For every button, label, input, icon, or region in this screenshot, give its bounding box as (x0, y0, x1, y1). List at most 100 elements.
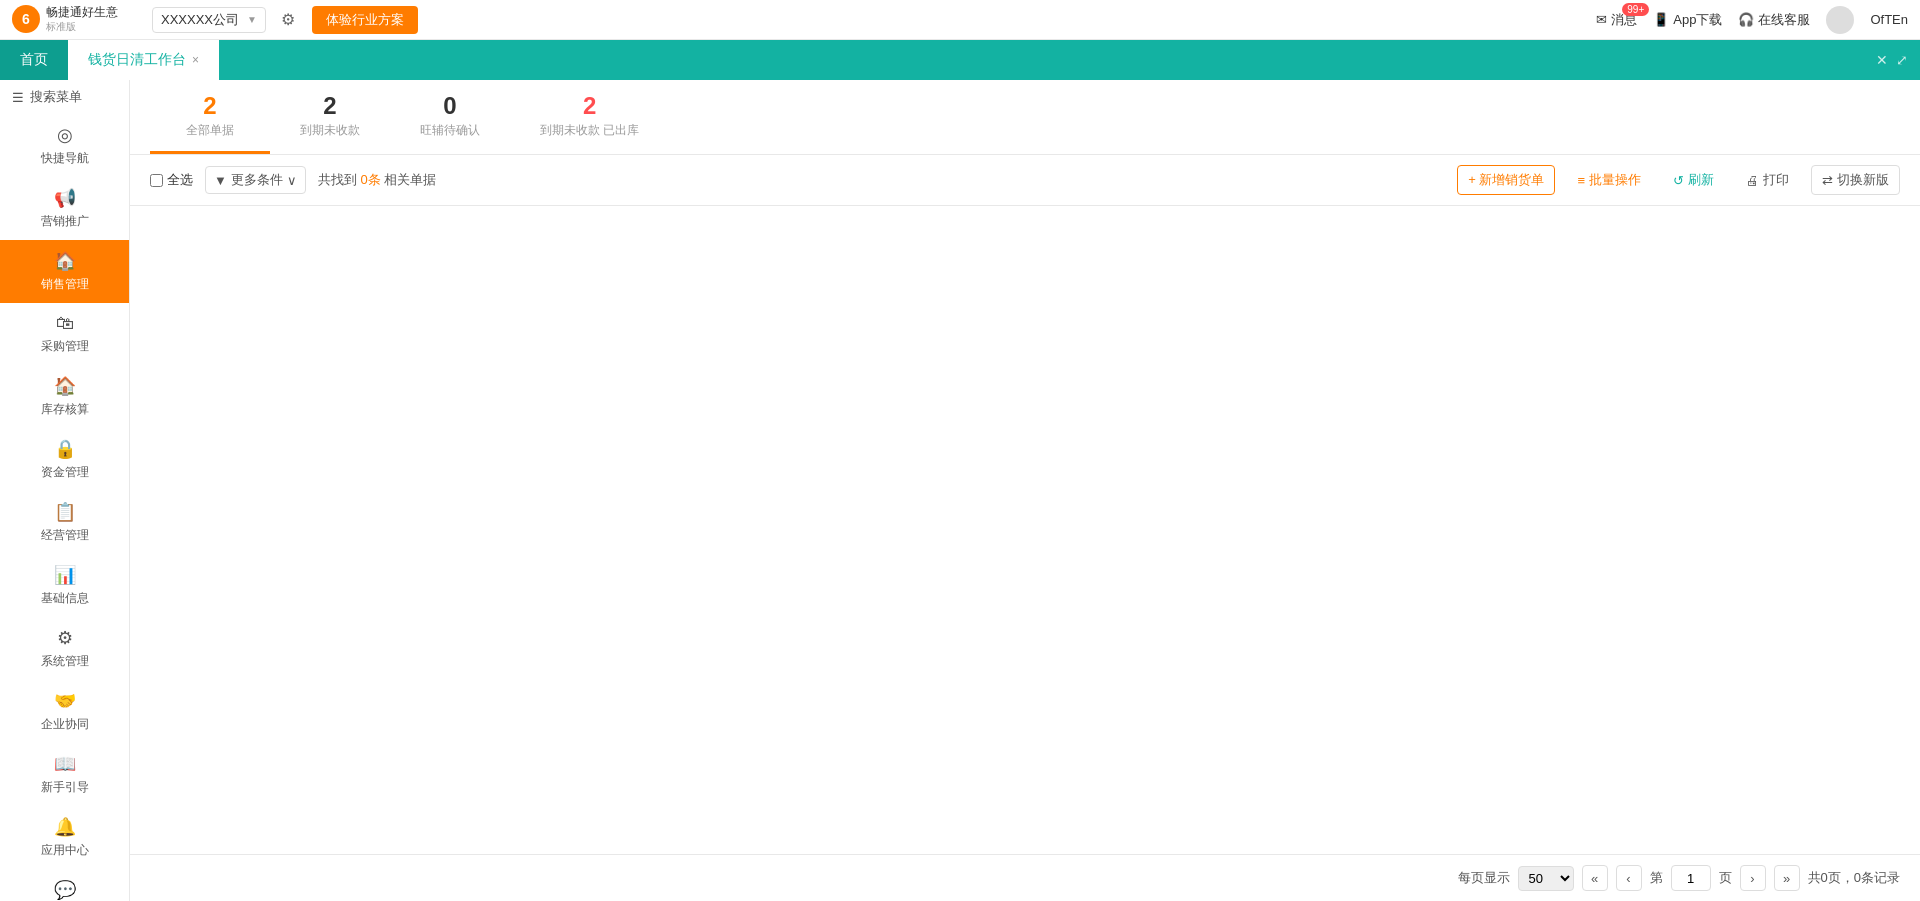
stat-tab-overdue[interactable]: 2 到期未收款 (270, 80, 390, 154)
tab-home-label: 首页 (20, 51, 48, 69)
tab-close-icon[interactable]: × (192, 53, 199, 67)
service-icon: 🎧 (1738, 12, 1754, 27)
stat-label-pending: 旺辅待确认 (420, 122, 480, 139)
first-page-button[interactable]: « (1582, 865, 1608, 891)
print-icon: 🖨 (1746, 173, 1759, 188)
batch-icon: ≡ (1577, 173, 1585, 188)
sidebar-item-capital[interactable]: 🔒 资金管理 (0, 428, 129, 491)
sidebar-item-quick-nav[interactable]: ◎ 快捷导航 (0, 114, 129, 177)
sidebar-item-app-center[interactable]: 🔔 应用中心 (0, 806, 129, 869)
batch-ops-button[interactable]: ≡ 批量操作 (1567, 166, 1651, 194)
sidebar-item-enterprise[interactable]: 🤝 企业协同 (0, 680, 129, 743)
inventory-icon: 🏠 (54, 375, 76, 397)
print-button[interactable]: 🖨 打印 (1736, 166, 1799, 194)
prev-page-button[interactable]: ‹ (1616, 865, 1642, 891)
stat-tab-overdue-shipped[interactable]: 2 到期未收款 已出库 (510, 80, 669, 154)
batch-label: 批量操作 (1589, 171, 1641, 189)
toolbar-right: + 新增销货单 ≡ 批量操作 ↺ 刷新 🖨 打印 ⇄ 切换新版 (1457, 165, 1900, 195)
capital-icon: 🔒 (54, 438, 76, 460)
stat-tab-all[interactable]: 2 全部单据 (150, 80, 270, 154)
found-count: 0条 (361, 172, 381, 187)
messages-badge: 99+ (1622, 3, 1649, 16)
app-title: 畅捷通好生意 (46, 5, 118, 19)
sidebar-item-wechat[interactable]: 💬 企业微信 (0, 869, 129, 901)
select-all-checkbox[interactable]: 全选 (150, 171, 193, 189)
messages-button[interactable]: ✉ 消息 99+ (1596, 11, 1637, 29)
filter-button[interactable]: ▼ 更多条件 ∨ (205, 166, 306, 194)
filter-icon: ▼ (214, 173, 227, 188)
add-sales-button[interactable]: + 新增销货单 (1457, 165, 1555, 195)
stats-tabs: 2 全部单据 2 到期未收款 0 旺辅待确认 2 到期未收款 已出库 (130, 80, 1920, 155)
company-selector[interactable]: XXXXXX公司 ▼ (152, 7, 266, 33)
basic-info-label: 基础信息 (41, 590, 89, 607)
system-label: 系统管理 (41, 653, 89, 670)
sidebar-item-basic-info[interactable]: 📊 基础信息 (0, 554, 129, 617)
inventory-label: 库存核算 (41, 401, 89, 418)
pagination: 每页显示 50 100 « ‹ 第 页 › » 共0页，0条记录 (130, 854, 1920, 901)
download-icon: 📱 (1653, 12, 1669, 27)
stat-label-overdue-shipped: 到期未收款 已出库 (540, 122, 639, 139)
last-page-button[interactable]: » (1774, 865, 1800, 891)
app-download-button[interactable]: 📱 App下载 (1653, 11, 1722, 29)
sales-label: 销售管理 (41, 276, 89, 293)
online-service-button[interactable]: 🎧 在线客服 (1738, 11, 1810, 29)
company-dropdown-arrow: ▼ (247, 14, 257, 25)
switch-icon: ⇄ (1822, 173, 1833, 188)
settings-icon: ⚙ (281, 10, 295, 29)
sales-icon: 🏠 (54, 250, 76, 272)
sidebar-item-guide[interactable]: 📖 新手引导 (0, 743, 129, 806)
app-name: 畅捷通好生意 标准版 (46, 5, 118, 33)
quick-nav-icon: ◎ (57, 124, 73, 146)
refresh-label: 刷新 (1688, 171, 1714, 189)
select-all-input[interactable] (150, 174, 163, 187)
logo-area: 6 畅捷通好生意 标准版 (12, 5, 142, 33)
stat-label-overdue: 到期未收款 (300, 122, 360, 139)
message-icon: ✉ (1596, 12, 1607, 27)
marketing-icon: 📢 (54, 187, 76, 209)
sidebar-item-marketing[interactable]: 📢 营销推广 (0, 177, 129, 240)
page-label-end: 页 (1719, 869, 1732, 887)
stat-tab-pending[interactable]: 0 旺辅待确认 (390, 80, 510, 154)
page-summary: 共0页，0条记录 (1808, 869, 1900, 887)
guide-icon: 📖 (54, 753, 76, 775)
system-icon: ⚙ (57, 627, 73, 649)
settings-button[interactable]: ⚙ (274, 6, 302, 34)
basic-info-icon: 📊 (54, 564, 76, 586)
refresh-button[interactable]: ↺ 刷新 (1663, 166, 1724, 194)
tab-cash-daily[interactable]: 钱货日清工作台 × (68, 40, 219, 80)
sidebar-item-system[interactable]: ⚙ 系统管理 (0, 617, 129, 680)
app-center-label: 应用中心 (41, 842, 89, 859)
purchase-label: 采购管理 (41, 338, 89, 355)
tab-close-window-icon[interactable]: ✕ (1876, 52, 1888, 68)
sidebar-item-inventory[interactable]: 🏠 库存核算 (0, 365, 129, 428)
top-header: 6 畅捷通好生意 标准版 XXXXXX公司 ▼ ⚙ 体验行业方案 ✉ 消息 99… (0, 0, 1920, 40)
page-number-input[interactable] (1671, 865, 1711, 891)
next-page-button[interactable]: › (1740, 865, 1766, 891)
user-avatar[interactable] (1826, 6, 1854, 34)
marketing-label: 营销推广 (41, 213, 89, 230)
stat-count-overdue-shipped: 2 (583, 92, 596, 120)
stat-count-pending: 0 (443, 92, 456, 120)
sidebar-item-sales[interactable]: 🏠 销售管理 (0, 240, 129, 303)
table-area (130, 206, 1920, 854)
app-subtitle: 标准版 (46, 20, 118, 34)
per-page-select[interactable]: 50 100 (1518, 866, 1574, 891)
sidebar-search[interactable]: ☰ 搜索菜单 (0, 80, 129, 114)
stat-count-all: 2 (203, 92, 216, 120)
tab-expand-icon[interactable]: ⤢ (1896, 52, 1908, 68)
tab-home[interactable]: 首页 (0, 40, 68, 80)
switch-version-button[interactable]: ⇄ 切换新版 (1811, 165, 1900, 195)
tab-cash-daily-label: 钱货日清工作台 (88, 51, 186, 69)
stat-count-overdue: 2 (323, 92, 336, 120)
tab-actions: ✕ ⤢ (1876, 40, 1920, 80)
trial-button[interactable]: 体验行业方案 (312, 6, 418, 34)
online-service-label: 在线客服 (1758, 11, 1810, 29)
sidebar: ☰ 搜索菜单 ◎ 快捷导航 📢 营销推广 🏠 销售管理 🛍 采购管理 🏠 库存核… (0, 80, 130, 901)
guide-label: 新手引导 (41, 779, 89, 796)
select-all-label: 全选 (167, 171, 193, 189)
user-name-area[interactable]: OfTEn (1870, 12, 1908, 27)
username-text: OfTEn (1870, 12, 1908, 27)
per-page-label: 每页显示 (1458, 869, 1510, 887)
sidebar-item-purchase[interactable]: 🛍 采购管理 (0, 303, 129, 365)
sidebar-item-operations[interactable]: 📋 经营管理 (0, 491, 129, 554)
